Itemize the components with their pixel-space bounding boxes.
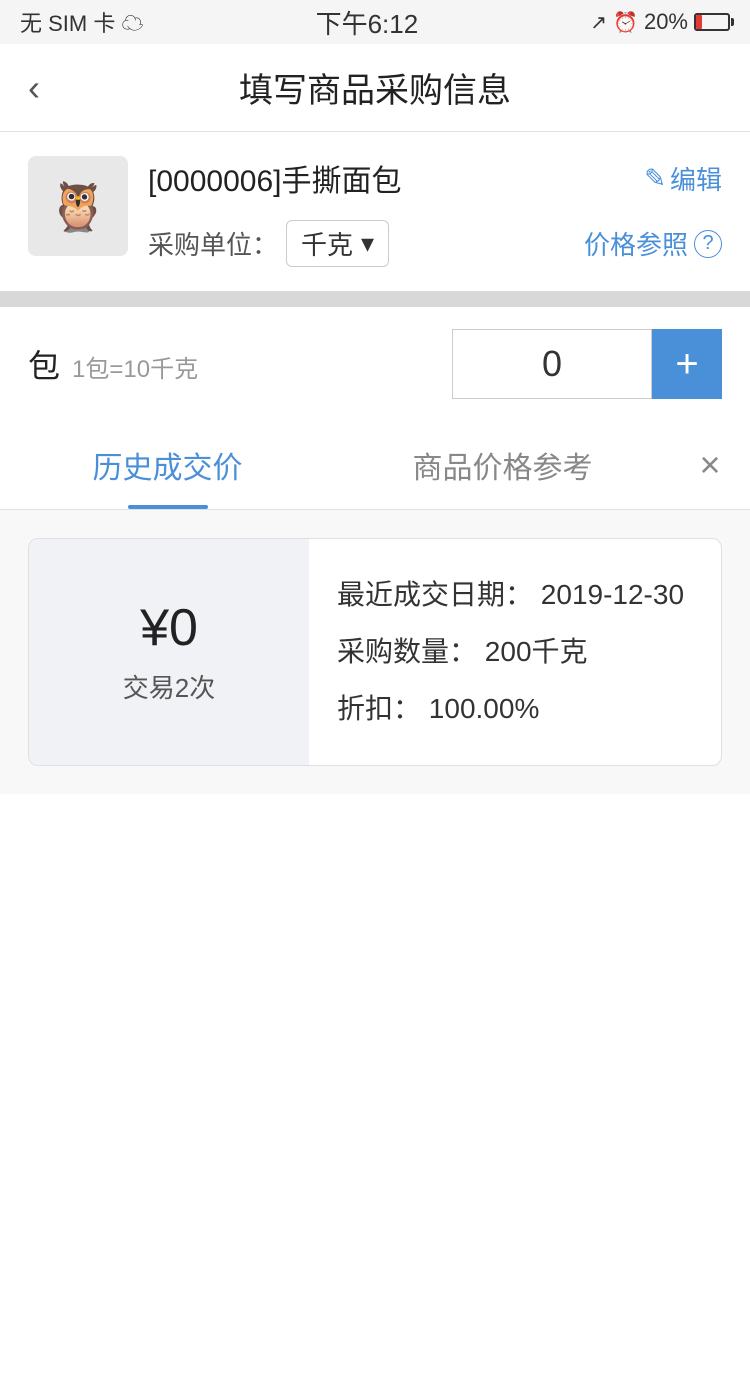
recent-date-value: 2019-12-30 xyxy=(541,579,684,610)
history-card: ¥0 交易2次 最近成交日期： 2019-12-30 采购数量： 200千克 折… xyxy=(28,538,722,766)
price-ref-label: 价格参照 xyxy=(584,225,688,262)
product-thumbnail-icon: 🦉 xyxy=(48,178,108,235)
tab-price-reference[interactable]: 商品价格参考 xyxy=(335,421,670,509)
battery-percent: 20% xyxy=(644,9,688,35)
product-card: 🦉 [0000006]手撕面包 ✎ 编辑 采购单位： 千克 ▾ xyxy=(0,132,750,291)
recent-date-row: 最近成交日期： 2019-12-30 xyxy=(337,575,693,614)
discount-value: 100.00% xyxy=(429,693,540,724)
tab-close-button[interactable]: × xyxy=(670,421,750,509)
battery-fill xyxy=(696,15,702,29)
location-icon: ↗ xyxy=(590,10,607,35)
discount-label: 折扣： xyxy=(337,693,421,724)
divider-bar xyxy=(0,291,750,307)
product-name: [0000006]手撕面包 xyxy=(148,156,401,200)
qty-conversion: 1包=10千克 xyxy=(72,349,198,384)
unit-value: 千克 xyxy=(301,225,353,262)
purchase-qty-value: 200千克 xyxy=(485,636,588,667)
tab-content: ¥0 交易2次 最近成交日期： 2019-12-30 采购数量： 200千克 折… xyxy=(0,510,750,794)
tab-active-underline xyxy=(128,505,208,509)
qty-label-group: 包 1包=10千克 xyxy=(28,341,198,387)
sim-status: 无 SIM 卡 ☁ xyxy=(20,6,143,38)
qty-unit-label: 包 xyxy=(28,341,60,387)
currency-symbol: ¥ xyxy=(140,599,169,657)
discount-row: 折扣： 100.00% xyxy=(337,689,693,728)
back-button[interactable]: ‹ xyxy=(28,67,40,109)
history-details-section: 最近成交日期： 2019-12-30 采购数量： 200千克 折扣： 100.0… xyxy=(309,539,721,765)
status-left: 无 SIM 卡 ☁ xyxy=(20,6,143,38)
price-ref-button[interactable]: 价格参照 ? xyxy=(584,225,722,262)
back-icon: ‹ xyxy=(28,67,40,108)
product-info: [0000006]手撕面包 ✎ 编辑 采购单位： 千克 ▾ 价格参照 ? xyxy=(148,156,722,267)
quantity-row: 包 1包=10千克 + xyxy=(0,307,750,421)
alarm-icon: ⏰ xyxy=(613,10,638,35)
purchase-qty-row: 采购数量： 200千克 xyxy=(337,632,693,671)
tab-panel: 历史成交价 商品价格参考 × ¥0 交易2次 最近成交日期： 2019-12-3… xyxy=(0,421,750,794)
product-top-row: 🦉 [0000006]手撕面包 ✎ 编辑 采购单位： 千克 ▾ xyxy=(28,156,722,267)
edit-button[interactable]: ✎ 编辑 xyxy=(644,160,722,197)
tab-history-label: 历史成交价 xyxy=(93,443,243,487)
edit-label: 编辑 xyxy=(670,160,722,197)
nav-bar: ‹ 填写商品采购信息 xyxy=(0,44,750,132)
question-icon: ? xyxy=(694,230,722,258)
tab-history-price[interactable]: 历史成交价 xyxy=(0,421,335,509)
price-number: 0 xyxy=(169,599,198,657)
unit-dropdown-icon: ▾ xyxy=(361,228,374,259)
unit-label: 采购单位： xyxy=(148,225,278,262)
recent-date-label: 最近成交日期： xyxy=(337,579,533,610)
battery-icon xyxy=(694,13,730,31)
plus-icon: + xyxy=(675,342,698,387)
qty-input-group: + xyxy=(452,329,722,399)
bottom-space xyxy=(0,794,750,1394)
page-title: 填写商品采购信息 xyxy=(239,63,511,112)
tab-price-ref-label: 商品价格参考 xyxy=(413,443,593,487)
history-trades-count: 交易2次 xyxy=(123,668,215,705)
product-image: 🦉 xyxy=(28,156,128,256)
status-time: 下午6:12 xyxy=(316,4,419,41)
purchase-qty-label: 采购数量： xyxy=(337,636,477,667)
qty-input[interactable] xyxy=(452,329,652,399)
history-price-section: ¥0 交易2次 xyxy=(29,539,309,765)
edit-icon: ✎ xyxy=(644,163,666,194)
tab-header: 历史成交价 商品价格参考 × xyxy=(0,421,750,510)
qty-plus-button[interactable]: + xyxy=(652,329,722,399)
product-name-row: [0000006]手撕面包 ✎ 编辑 xyxy=(148,156,722,200)
status-right: ↗ ⏰ 20% xyxy=(590,9,730,35)
close-icon: × xyxy=(699,444,720,486)
history-price-value: ¥0 xyxy=(140,598,198,658)
status-bar: 无 SIM 卡 ☁ 下午6:12 ↗ ⏰ 20% xyxy=(0,0,750,44)
unit-select[interactable]: 千克 ▾ xyxy=(286,220,389,267)
product-unit-row: 采购单位： 千克 ▾ 价格参照 ? xyxy=(148,220,722,267)
